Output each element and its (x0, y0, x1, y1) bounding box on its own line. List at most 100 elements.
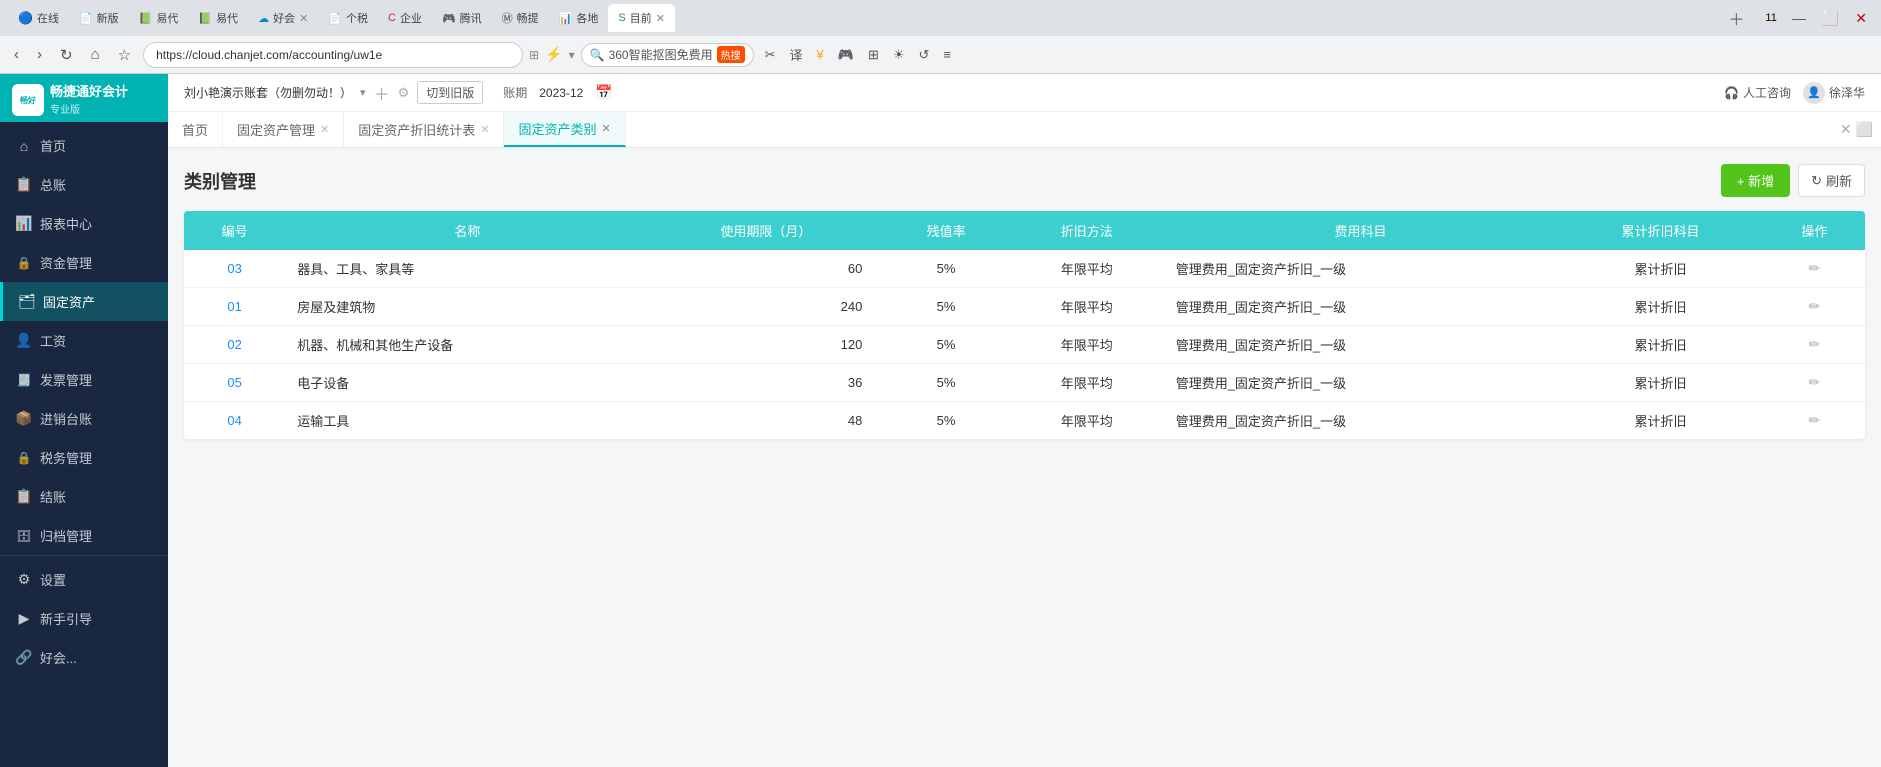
cell-rate: 5% (882, 364, 1010, 402)
cell-expense: 管理费用_固定资产折旧_一级 (1164, 250, 1558, 288)
content-close-button[interactable]: ✕ (1840, 121, 1852, 138)
cell-action[interactable]: ✏ (1764, 402, 1865, 440)
browser-tab-7[interactable]: C 企业 (378, 4, 432, 32)
gear-button[interactable]: ⚙ (398, 85, 410, 101)
sidebar-item-inventory[interactable]: 📦 进销台账 (0, 399, 168, 438)
tab-close-category[interactable]: ✕ (602, 122, 611, 135)
close-button[interactable]: ✕ (1849, 8, 1873, 29)
cell-action[interactable]: ✏ (1764, 288, 1865, 326)
settings-icon: ⚙ (16, 572, 32, 588)
minimize-button[interactable]: — (1786, 8, 1812, 28)
undo-button[interactable]: ↺ (914, 44, 935, 66)
tab-close-11[interactable]: ✕ (656, 12, 665, 25)
browser-tab-10[interactable]: 📊 各地 (549, 4, 609, 32)
currency-button[interactable]: ¥ (812, 44, 829, 65)
dropdown-arrow[interactable]: ▾ (360, 86, 366, 99)
browser-tab-9[interactable]: Ⓜ 畅提 (492, 4, 549, 32)
scissors-button[interactable]: ✂ (760, 44, 781, 66)
bookmark-button[interactable]: ☆ (112, 42, 137, 68)
browser-tab-3[interactable]: 📗 易代 (129, 4, 189, 32)
salary-icon: 👤 (16, 333, 32, 349)
browser-tab-1[interactable]: 🔵 在线 (8, 4, 69, 32)
dropdown-arrow[interactable]: ▾ (569, 48, 575, 62)
browser-tab-11[interactable]: S 目前 ✕ (608, 4, 675, 32)
sidebar-item-guide[interactable]: ▶ 新手引导 (0, 599, 168, 638)
edit-icon[interactable]: ✏ (1808, 260, 1820, 276)
sidebar-item-reports[interactable]: 📊 报表中心 (0, 204, 168, 243)
sidebar-item-archive[interactable]: 🗄 归档管理 (0, 516, 168, 555)
reload-button[interactable]: ↻ (54, 42, 79, 68)
refresh-button[interactable]: ↻ 刷新 (1798, 164, 1865, 197)
tab-close-depreciation[interactable]: ✕ (480, 123, 489, 136)
cell-action[interactable]: ✏ (1764, 250, 1865, 288)
logo-sub: 专业版 (50, 101, 128, 116)
cell-expense: 管理费用_固定资产折旧_一级 (1164, 364, 1558, 402)
add-button[interactable]: + 新增 (1721, 164, 1790, 197)
search-box[interactable]: 🔍 360智能抠图免费用 热搜 (581, 43, 754, 67)
sidebar-item-settings[interactable]: ⚙ 设置 (0, 560, 168, 599)
sun-button[interactable]: ☀ (888, 44, 910, 66)
browser-tab-4[interactable]: 📗 易代 (188, 4, 248, 32)
sidebar-item-tax[interactable]: 🔒 税务管理 (0, 438, 168, 477)
sidebar-item-invoice[interactable]: 🧾 发票管理 (0, 360, 168, 399)
forward-button[interactable]: › (31, 42, 48, 67)
sidebar-item-funds[interactable]: 🔒 资金管理 (0, 243, 168, 282)
sidebar-item-salary[interactable]: 👤 工资 (0, 321, 168, 360)
sidebar-item-more[interactable]: 🔗 好会... (0, 638, 168, 677)
service-button[interactable]: 🎧 人工咨询 (1724, 84, 1791, 101)
tab-home[interactable]: 首页 (168, 112, 223, 147)
back-button[interactable]: ‹ (8, 42, 25, 67)
cell-rate: 5% (882, 326, 1010, 364)
sidebar-item-ledger[interactable]: 📋 总账 (0, 165, 168, 204)
cell-period: 120 (650, 326, 883, 364)
cell-code[interactable]: 01 (184, 288, 285, 326)
cell-rate: 5% (882, 402, 1010, 440)
edit-icon[interactable]: ✏ (1808, 412, 1820, 428)
tab-close-asset-mgmt[interactable]: ✕ (320, 123, 329, 136)
tab-asset-category[interactable]: 固定资产类别 ✕ (504, 112, 625, 147)
menu-button[interactable]: ≡ (938, 44, 956, 65)
cell-code[interactable]: 04 (184, 402, 285, 440)
edit-icon[interactable]: ✏ (1808, 336, 1820, 352)
col-accumulated: 累计折旧科目 (1557, 211, 1763, 250)
lightning-icon: ⚡ (545, 46, 562, 63)
browser-tab-2[interactable]: 📄 新版 (69, 4, 129, 32)
cell-action[interactable]: ✏ (1764, 326, 1865, 364)
cell-accumulated: 累计折旧 (1557, 364, 1763, 402)
address-input[interactable] (143, 42, 523, 68)
top-bar: 刘小艳演示账套（勿删勿动！） ▾ ＋ ⚙ 切到旧版 账期 2023-12 📅 🎧… (168, 74, 1881, 112)
tab-close-5[interactable]: ✕ (299, 12, 308, 25)
cell-accumulated: 累计折旧 (1557, 250, 1763, 288)
cell-code[interactable]: 05 (184, 364, 285, 402)
cell-action[interactable]: ✏ (1764, 364, 1865, 402)
sidebar-item-close[interactable]: 📋 结账 (0, 477, 168, 516)
translate-button[interactable]: 译 (785, 42, 808, 67)
home-button[interactable]: ⌂ (85, 42, 106, 67)
content-expand-button[interactable]: ⬜ (1856, 121, 1873, 138)
col-name: 名称 (285, 211, 649, 250)
cell-period: 240 (650, 288, 883, 326)
grid-button[interactable]: ⊞ (863, 44, 884, 66)
new-tab-button[interactable]: ＋ (1724, 4, 1748, 32)
browser-tab-8[interactable]: 🎮 腾讯 (432, 4, 492, 32)
cell-name: 器具、工具、家具等 (285, 250, 649, 288)
cell-code[interactable]: 03 (184, 250, 285, 288)
user-avatar[interactable]: 👤 徐泽华 (1803, 82, 1865, 104)
period-value: 2023-12 (539, 86, 583, 100)
calendar-icon[interactable]: 📅 (595, 84, 612, 101)
switch-version-button[interactable]: 切到旧版 (417, 81, 483, 104)
refresh-icon: ↻ (1811, 173, 1822, 189)
edit-icon[interactable]: ✏ (1808, 374, 1820, 390)
add-account-button[interactable]: ＋ (374, 81, 390, 105)
cell-code[interactable]: 02 (184, 326, 285, 364)
sidebar-item-assets[interactable]: 🗂 固定资产 (0, 282, 168, 321)
cell-method: 年限平均 (1010, 288, 1164, 326)
edit-icon[interactable]: ✏ (1808, 298, 1820, 314)
game-button[interactable]: 🎮 (833, 44, 859, 66)
sidebar-item-home[interactable]: ⌂ 首页 (0, 126, 168, 165)
tab-depreciation-table[interactable]: 固定资产折旧统计表 ✕ (344, 112, 504, 147)
maximize-button[interactable]: ⬜ (1816, 8, 1845, 29)
tab-asset-mgmt[interactable]: 固定资产管理 ✕ (223, 112, 344, 147)
browser-tab-6[interactable]: 📄 个税 (318, 4, 378, 32)
browser-tab-5[interactable]: ☁ 好会 ✕ (248, 4, 318, 32)
